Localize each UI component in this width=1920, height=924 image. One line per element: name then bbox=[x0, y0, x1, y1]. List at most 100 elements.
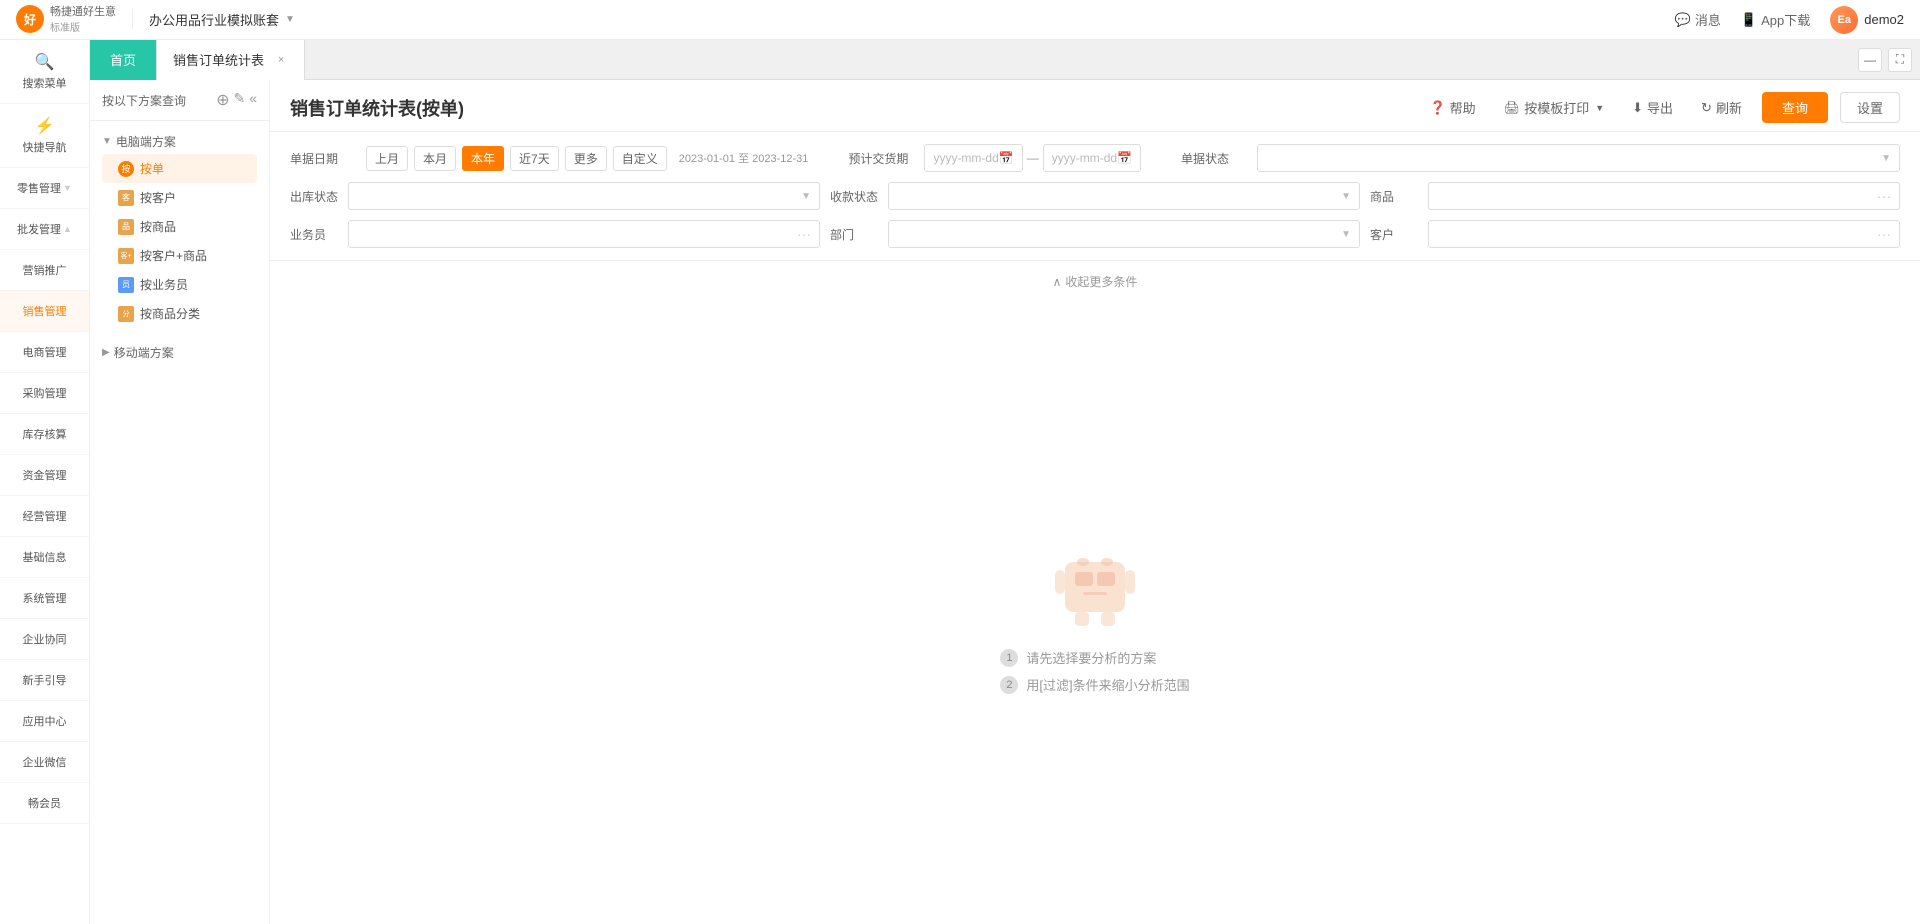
date-btn-this-month[interactable]: 本月 bbox=[414, 146, 456, 171]
sidebar-label-marketing: 营销推广 bbox=[23, 262, 67, 278]
scheme-mobile-header[interactable]: ▶ 移动端方案 bbox=[102, 340, 257, 365]
main-layout: 🔍 搜索菜单 ⚡ 快捷导航 零售管理 ▼ 批发管理 ▲ 营销推广 销售管理 电商… bbox=[0, 40, 1920, 924]
customer-label: 客户 bbox=[1370, 226, 1420, 243]
scheme-item-by-product-category[interactable]: 分 按商品分类 bbox=[102, 299, 257, 328]
customer-input[interactable]: ··· bbox=[1428, 220, 1900, 248]
empty-tips: 1 请先选择要分析的方案 2 用[过滤]条件来缩小分析范围 bbox=[1000, 648, 1189, 694]
sidebar-label-basic-info: 基础信息 bbox=[23, 549, 67, 565]
user-area[interactable]: Ea demo2 bbox=[1830, 6, 1904, 34]
sidebar-item-member[interactable]: 畅会员 bbox=[0, 783, 89, 824]
sidebar-item-enterprise-wechat[interactable]: 企业微信 bbox=[0, 742, 89, 783]
refresh-btn[interactable]: ↻ 刷新 bbox=[1693, 94, 1750, 121]
scheme-icon-by-customer-product: 客+ bbox=[118, 248, 134, 264]
scheme-item-by-order[interactable]: 按 按单 bbox=[102, 154, 257, 183]
tab-sales-report[interactable]: 销售订单统计表 × bbox=[157, 40, 305, 80]
sidebar-label-system: 系统管理 bbox=[23, 590, 67, 606]
scheme-label-by-product-category: 按商品分类 bbox=[140, 305, 200, 322]
sidebar-item-wholesale[interactable]: 批发管理 ▲ bbox=[0, 209, 89, 250]
department-label: 部门 bbox=[830, 226, 880, 243]
sidebar-item-enterprise[interactable]: 企业协同 bbox=[0, 619, 89, 660]
edit-scheme-btn[interactable]: ✎ bbox=[233, 90, 245, 110]
logo-subtitle: 标准版 bbox=[50, 19, 116, 34]
mobile-group-arrow: ▶ bbox=[102, 347, 110, 358]
scheme-item-by-product[interactable]: 品 按商品 bbox=[102, 212, 257, 241]
mobile-group-label: 移动端方案 bbox=[114, 344, 174, 361]
sidebar-item-quick-nav[interactable]: ⚡ 快捷导航 bbox=[0, 104, 89, 168]
date-btn-last-month[interactable]: 上月 bbox=[366, 146, 408, 171]
tab-close-icon[interactable]: × bbox=[274, 53, 288, 67]
message-action[interactable]: 💬 消息 bbox=[1675, 10, 1721, 29]
sidebar-item-retail[interactable]: 零售管理 ▼ bbox=[0, 168, 89, 209]
app-download-icon: 📱 bbox=[1741, 12, 1757, 28]
scheme-icon-by-product: 品 bbox=[118, 219, 134, 235]
sidebar-item-purchase[interactable]: 采购管理 bbox=[0, 373, 89, 414]
scheme-icon-by-product-category: 分 bbox=[118, 306, 134, 322]
date-dash: — bbox=[1027, 151, 1039, 165]
order-status-select[interactable]: ▼ bbox=[1257, 144, 1900, 172]
tab-maximize-btn[interactable]: ⛶ bbox=[1888, 48, 1912, 72]
date-btn-last-7-days[interactable]: 近7天 bbox=[510, 146, 559, 171]
collapse-btn[interactable]: ∧ 收起更多条件 bbox=[1041, 269, 1150, 294]
receipt-status-select[interactable]: ▼ bbox=[888, 182, 1360, 210]
receipt-status-arrow-icon: ▼ bbox=[1341, 191, 1351, 202]
breadcrumb-area[interactable]: 办公用品行业模拟账套 ▼ bbox=[149, 10, 295, 29]
page-content: 按以下方案查询 ⊕ ✎ « ▼ 电脑端方案 按 按单 bbox=[90, 80, 1920, 924]
sidebar-label-inventory: 库存核算 bbox=[23, 426, 67, 442]
header-right: 💬 消息 📱 App下载 Ea demo2 bbox=[1675, 6, 1904, 34]
scheme-icon-by-salesperson: 员 bbox=[118, 277, 134, 293]
tip-num-1: 1 bbox=[1000, 649, 1018, 667]
settings-btn[interactable]: 设置 bbox=[1840, 92, 1900, 123]
sidebar-label-new-guide: 新手引导 bbox=[23, 672, 67, 688]
add-scheme-btn[interactable]: ⊕ bbox=[216, 90, 229, 110]
sidebar-item-basic-info[interactable]: 基础信息 bbox=[0, 537, 89, 578]
date-btn-custom[interactable]: 自定义 bbox=[613, 146, 667, 171]
page-actions: ❓ 帮助 🖨 按模板打印 ⬇ 导出 ↻ 刷新 bbox=[1421, 92, 1900, 123]
sidebar-item-operations[interactable]: 经营管理 bbox=[0, 496, 89, 537]
expected-delivery-end[interactable]: yyyy-mm-dd 📅 bbox=[1043, 144, 1141, 172]
scheme-group-header-desktop[interactable]: ▼ 电脑端方案 bbox=[102, 129, 257, 154]
tab-home[interactable]: 首页 bbox=[90, 40, 157, 80]
export-btn[interactable]: ⬇ 导出 bbox=[1624, 94, 1681, 121]
export-icon: ⬇ bbox=[1632, 100, 1643, 116]
refresh-label: 刷新 bbox=[1716, 98, 1742, 117]
sidebar-item-sales[interactable]: 销售管理 bbox=[0, 291, 89, 332]
scheme-icon-by-customer: 客 bbox=[118, 190, 134, 206]
app-download-action[interactable]: 📱 App下载 bbox=[1741, 10, 1810, 29]
sidebar-item-app-center[interactable]: 应用中心 bbox=[0, 701, 89, 742]
sidebar-item-inventory[interactable]: 库存核算 bbox=[0, 414, 89, 455]
page-title-bar: 销售订单统计表(按单) ❓ 帮助 🖨 按模板打印 ⬇ 导出 bbox=[270, 80, 1920, 132]
date-filter-group: 上月 本月 本年 近7天 更多 自定义 2023-01-01 至 2023-12… bbox=[366, 146, 808, 171]
query-btn[interactable]: 查询 bbox=[1762, 92, 1828, 123]
tab-minimize-btn[interactable]: — bbox=[1858, 48, 1882, 72]
salesperson-input[interactable]: ··· bbox=[348, 220, 820, 248]
sidebar-label-ecommerce: 电商管理 bbox=[23, 344, 67, 360]
left-panel-title: 按以下方案查询 bbox=[102, 92, 186, 109]
sidebar-item-marketing[interactable]: 营销推广 bbox=[0, 250, 89, 291]
department-arrow-icon: ▼ bbox=[1341, 229, 1351, 240]
goods-input[interactable]: ··· bbox=[1428, 182, 1900, 210]
sidebar-item-finance[interactable]: 资金管理 bbox=[0, 455, 89, 496]
delivery-status-select[interactable]: ▼ bbox=[348, 182, 820, 210]
expected-delivery-start[interactable]: yyyy-mm-dd 📅 bbox=[924, 144, 1022, 172]
sidebar-item-system[interactable]: 系统管理 bbox=[0, 578, 89, 619]
order-status-arrow-icon: ▼ bbox=[1881, 153, 1891, 164]
sidebar-item-new-guide[interactable]: 新手引导 bbox=[0, 660, 89, 701]
date-btn-this-year[interactable]: 本年 bbox=[462, 146, 504, 171]
scheme-item-by-customer[interactable]: 客 按客户 bbox=[102, 183, 257, 212]
sidebar-item-search[interactable]: 🔍 搜索菜单 bbox=[0, 40, 89, 104]
scheme-item-by-salesperson[interactable]: 员 按业务员 bbox=[102, 270, 257, 299]
help-btn[interactable]: ❓ 帮助 bbox=[1421, 94, 1483, 121]
collapse-label: 收起更多条件 bbox=[1065, 273, 1137, 290]
print-template-btn[interactable]: 🖨 按模板打印 bbox=[1496, 94, 1612, 121]
department-field: 部门 ▼ bbox=[830, 220, 1360, 248]
retail-arrow-icon: ▼ bbox=[63, 183, 72, 193]
sidebar-item-ecommerce[interactable]: 电商管理 bbox=[0, 332, 89, 373]
collapse-panel-btn[interactable]: « bbox=[249, 90, 257, 110]
scheme-item-by-customer-product[interactable]: 客+ 按客户+商品 bbox=[102, 241, 257, 270]
date-btn-more[interactable]: 更多 bbox=[565, 146, 607, 171]
tab-bar-actions: — ⛶ bbox=[1858, 48, 1920, 72]
sidebar-label-wholesale: 批发管理 bbox=[17, 221, 61, 237]
help-label: 帮助 bbox=[1450, 98, 1476, 117]
help-icon: ❓ bbox=[1429, 100, 1445, 116]
department-select[interactable]: ▼ bbox=[888, 220, 1360, 248]
